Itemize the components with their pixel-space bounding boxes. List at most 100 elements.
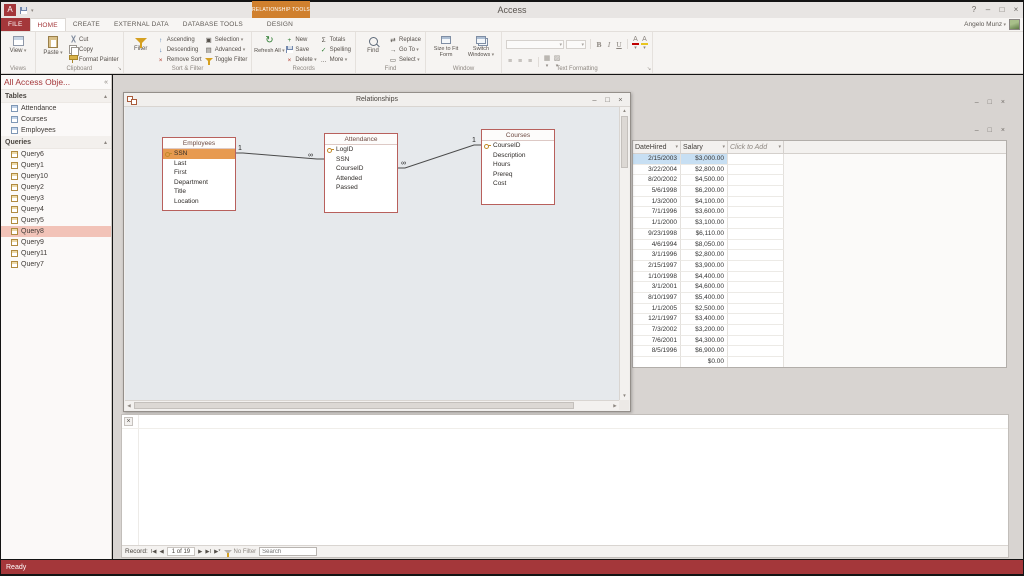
record-position[interactable]: 1 of 19 [167,547,195,556]
scroll-left-icon[interactable]: ◀ [125,401,133,410]
paste-button[interactable]: Paste [40,34,66,56]
column-header-datehired[interactable]: DateHired [633,141,681,153]
field-courseid[interactable]: CourseID [482,141,554,151]
view-button[interactable]: View [5,34,31,54]
tab-create[interactable]: CREATE [66,18,107,31]
advanced-button[interactable]: ▤Advanced [205,46,248,54]
tab-design[interactable]: DESIGN [260,18,300,31]
delete-button[interactable]: ×Delete [285,56,316,64]
nav-item-query7[interactable]: Query7 [1,259,111,270]
datasheet-row[interactable]: 7/1/1996$3,600.00 [633,207,1006,218]
replace-button[interactable]: ⇄Replace [389,36,421,44]
field-attended[interactable]: Attended [325,174,397,184]
nav-item-employees[interactable]: Employees [1,125,111,136]
find-button[interactable]: Find [360,34,386,54]
tab-database-tools[interactable]: DATABASE TOOLS [176,18,250,31]
cell-click-to-add[interactable] [728,229,784,240]
field-description[interactable]: Description [482,151,554,161]
tab-file[interactable]: FILE [1,18,30,31]
scrollbar-thumb[interactable] [621,116,628,168]
datasheet-row[interactable]: 1/3/2000$4,100.00 [633,197,1006,208]
field-last[interactable]: Last [163,159,235,169]
align-left-icon[interactable]: ≡ [506,58,514,65]
nav-item-query10[interactable]: Query10 [1,171,111,182]
cell-click-to-add[interactable] [728,154,784,165]
nav-item-query2[interactable]: Query2 [1,182,111,193]
table-box-attendance[interactable]: AttendanceLogIDSSNCourseIDAttendedPassed [324,133,398,213]
datasheet-row[interactable]: 3/1/2001$4,600.00 [633,282,1006,293]
datasheet-row[interactable]: 3/1/1996$2,800.00 [633,250,1006,261]
nav-item-query4[interactable]: Query4 [1,204,111,215]
new-record-icon[interactable]: ▶* [214,549,220,555]
font-color-button[interactable]: A [632,37,639,51]
totals-button[interactable]: ΣTotals [320,36,351,44]
new-record-button[interactable]: +New [285,36,316,44]
nav-item-query6[interactable]: Query6 [1,149,111,160]
datasheet-row[interactable]: 5/6/1998$6,200.00 [633,186,1006,197]
copy-button[interactable]: Copy [69,46,119,54]
minimize-icon[interactable]: – [588,93,601,106]
datasheet-row[interactable]: 8/20/2002$4,500.00 [633,175,1006,186]
cell-click-to-add[interactable] [728,282,784,293]
cell-click-to-add[interactable] [728,207,784,218]
font-size-combobox[interactable] [566,40,586,49]
field-logid[interactable]: LogID [325,145,397,155]
account-area[interactable]: Angelo Munz [964,18,1023,31]
navigation-pane-header[interactable]: All Access Obje... « [1,75,111,90]
goto-button[interactable]: →Go To [389,46,421,54]
filter-indicator[interactable]: No Filter [224,549,257,555]
restore-icon[interactable]: □ [601,93,614,106]
cell-click-to-add[interactable] [728,272,784,283]
scrollbar-thumb[interactable] [134,402,574,409]
nav-item-courses[interactable]: Courses [1,114,111,125]
nav-section-header[interactable]: Queries▴ [1,136,111,149]
tab-external-data[interactable]: EXTERNAL DATA [107,18,176,31]
nav-item-query9[interactable]: Query9 [1,237,111,248]
datasheet-row[interactable]: 7/6/2001$4,300.00 [633,336,1006,347]
datasheet-row[interactable]: 8/10/1997$5,400.00 [633,293,1006,304]
cell-click-to-add[interactable] [728,261,784,272]
cell-click-to-add[interactable] [728,293,784,304]
restore-icon[interactable]: □ [988,127,992,134]
table-box-courses[interactable]: CoursesCourseIDDescriptionHoursPrereqCos… [481,129,555,205]
close-icon[interactable]: × [614,93,627,106]
format-painter-button[interactable]: Format Painter [69,56,119,64]
nav-item-query11[interactable]: Query11 [1,248,111,259]
tab-home[interactable]: HOME [30,18,66,31]
scroll-up-icon[interactable]: ▲ [620,107,629,115]
cell-click-to-add[interactable] [728,186,784,197]
help-icon[interactable]: ? [967,2,981,18]
first-record-icon[interactable]: I◀ [151,549,157,555]
maximize-icon[interactable]: □ [995,2,1009,18]
datasheet-row[interactable]: 2/15/1997$3,900.00 [633,261,1006,272]
italic-button[interactable]: I [605,40,613,49]
field-title[interactable]: Title [163,187,235,197]
ascending-button[interactable]: ↑Ascending [157,36,202,44]
field-first[interactable]: First [163,168,235,178]
last-record-icon[interactable]: ▶I [205,549,211,555]
next-record-icon[interactable]: ▶ [198,549,202,555]
minimize-icon[interactable]: – [981,2,995,18]
cell-click-to-add[interactable] [728,336,784,347]
cell-click-to-add[interactable] [728,357,784,367]
column-header-click-to-add[interactable]: Click to Add [728,141,784,153]
vertical-scrollbar[interactable]: ▲ ▼ [619,107,629,400]
field-courseid[interactable]: CourseID [325,164,397,174]
search-input[interactable] [259,547,317,556]
nav-section-header[interactable]: Tables▴ [1,90,111,103]
close-icon[interactable]: × [1009,2,1023,18]
previous-record-icon[interactable]: ◀ [160,549,164,555]
datasheet-row[interactable]: $0.00 [633,357,1006,367]
restore-icon[interactable]: □ [988,99,992,106]
column-header-salary[interactable]: Salary [681,141,728,153]
cut-button[interactable]: Cut [69,36,119,44]
scroll-down-icon[interactable]: ▼ [620,392,629,400]
cell-click-to-add[interactable] [728,197,784,208]
descending-button[interactable]: ↓Descending [157,46,202,54]
nav-item-query5[interactable]: Query5 [1,215,111,226]
field-location[interactable]: Location [163,197,235,207]
datasheet-row[interactable]: 8/5/1996$6,900.00 [633,346,1006,357]
quick-access-customize-icon[interactable] [31,7,34,14]
close-icon[interactable]: × [124,417,133,426]
refresh-all-button[interactable]: ↻ Refresh All [256,34,282,54]
